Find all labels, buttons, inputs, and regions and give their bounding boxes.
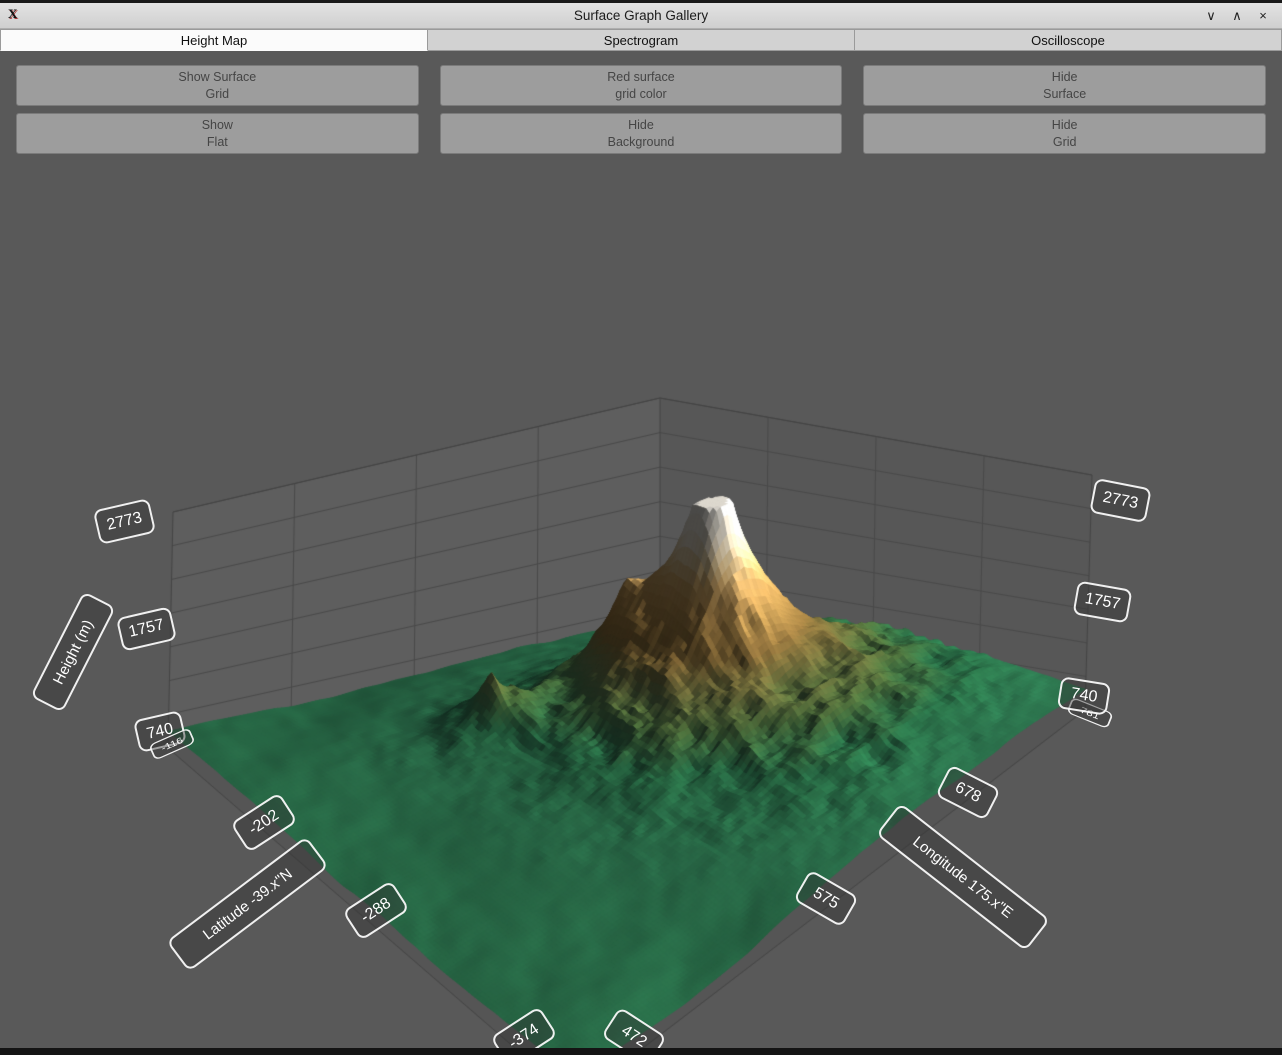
button-label-line: Show Surface [178,69,256,86]
close-button[interactable]: × [1250,8,1276,23]
button-label-line: Hide [628,117,654,134]
tab-spectrogram[interactable]: Spectrogram [428,29,855,51]
tab-height-map[interactable]: Height Map [0,29,428,51]
show-flat-button[interactable]: Show Flat [16,113,419,154]
window-title: Surface Graph Gallery [0,8,1282,23]
maximize-button[interactable]: ∧ [1224,8,1250,24]
button-label-line: Background [608,134,675,151]
button-label-line: Hide [1052,117,1078,134]
app-icon[interactable]: X [8,7,17,20]
red-surface-grid-color-button[interactable]: Red surface grid color [440,65,843,106]
tab-oscilloscope[interactable]: Oscilloscope [855,29,1282,51]
button-label-line: Show [202,117,233,134]
window-controls: ∨ ∧ × [1198,3,1276,28]
titlebar[interactable]: X Surface Graph Gallery ∨ ∧ × [0,3,1282,29]
tab-bar: Height Map Spectrogram Oscilloscope [0,29,1282,51]
hide-background-button[interactable]: Hide Background [440,113,843,154]
hide-grid-button[interactable]: Hide Grid [863,113,1266,154]
button-label-line: Grid [206,86,230,103]
button-label-line: grid color [615,86,666,103]
window-bottom-border [0,1048,1282,1055]
button-label-line: Surface [1043,86,1086,103]
button-label-line: Red surface [607,69,674,86]
hide-surface-button[interactable]: Hide Surface [863,65,1266,106]
button-label-line: Grid [1053,134,1077,151]
toolbar: Show Surface Grid Red surface grid color… [0,51,1282,166]
button-label-line: Hide [1052,69,1078,86]
app-window: X Surface Graph Gallery ∨ ∧ × Height Map… [0,0,1282,1055]
show-surface-grid-button[interactable]: Show Surface Grid [16,65,419,106]
button-label-line: Flat [207,134,228,151]
minimize-button[interactable]: ∨ [1198,8,1224,24]
window-chrome: X Surface Graph Gallery ∨ ∧ × Height Map… [0,0,1282,166]
